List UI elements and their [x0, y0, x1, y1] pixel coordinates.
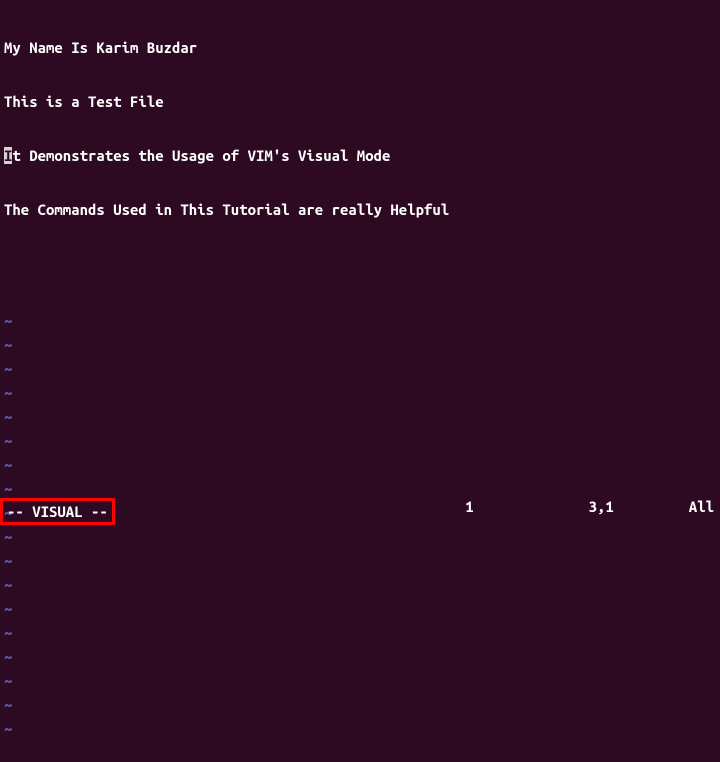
- buffer-empty-line: [4, 255, 716, 273]
- buffer-line: The Commands Used in This Tutorial are r…: [4, 201, 716, 219]
- empty-line-tilde: ~: [4, 381, 716, 405]
- cursor-position: 3,1: [589, 498, 614, 525]
- empty-line-tilde: ~: [4, 621, 716, 645]
- scroll-percent: All: [689, 498, 714, 525]
- buffer-line: This is a Test File: [4, 93, 716, 111]
- status-bar: -- VISUAL -- 1 3,1 All: [4, 498, 716, 525]
- empty-line-tilde: ~: [4, 717, 716, 741]
- empty-line-tilde: ~: [4, 357, 716, 381]
- buffer-line: My Name Is Karim Buzdar: [4, 39, 716, 57]
- status-spacer: [115, 498, 465, 525]
- empty-line-tilde: ~: [4, 429, 716, 453]
- empty-line-tilde: ~: [4, 549, 716, 573]
- mode-indicator: -- VISUAL --: [7, 503, 108, 520]
- buffer-line: It Demonstrates the Usage of VIM's Visua…: [4, 147, 716, 165]
- empty-line-tilde: ~: [4, 453, 716, 477]
- empty-line-tilde: ~: [4, 405, 716, 429]
- empty-line-tilde: ~: [4, 645, 716, 669]
- empty-line-tilde: ~: [4, 597, 716, 621]
- empty-line-tilde: ~: [4, 525, 716, 549]
- empty-line-tilde: ~: [4, 573, 716, 597]
- empty-line-tilde: ~: [4, 669, 716, 693]
- selection-count: 1: [465, 498, 473, 525]
- empty-line-tilde: ~: [4, 693, 716, 717]
- cursor-after: t Demonstrates the Usage of VIM's Visual…: [12, 147, 390, 164]
- empty-line-tilde: ~: [4, 309, 716, 333]
- editor-buffer[interactable]: My Name Is Karim Buzdar This is a Test F…: [0, 0, 720, 762]
- mode-indicator-highlight: -- VISUAL --: [0, 498, 115, 525]
- empty-line-tilde: ~: [4, 333, 716, 357]
